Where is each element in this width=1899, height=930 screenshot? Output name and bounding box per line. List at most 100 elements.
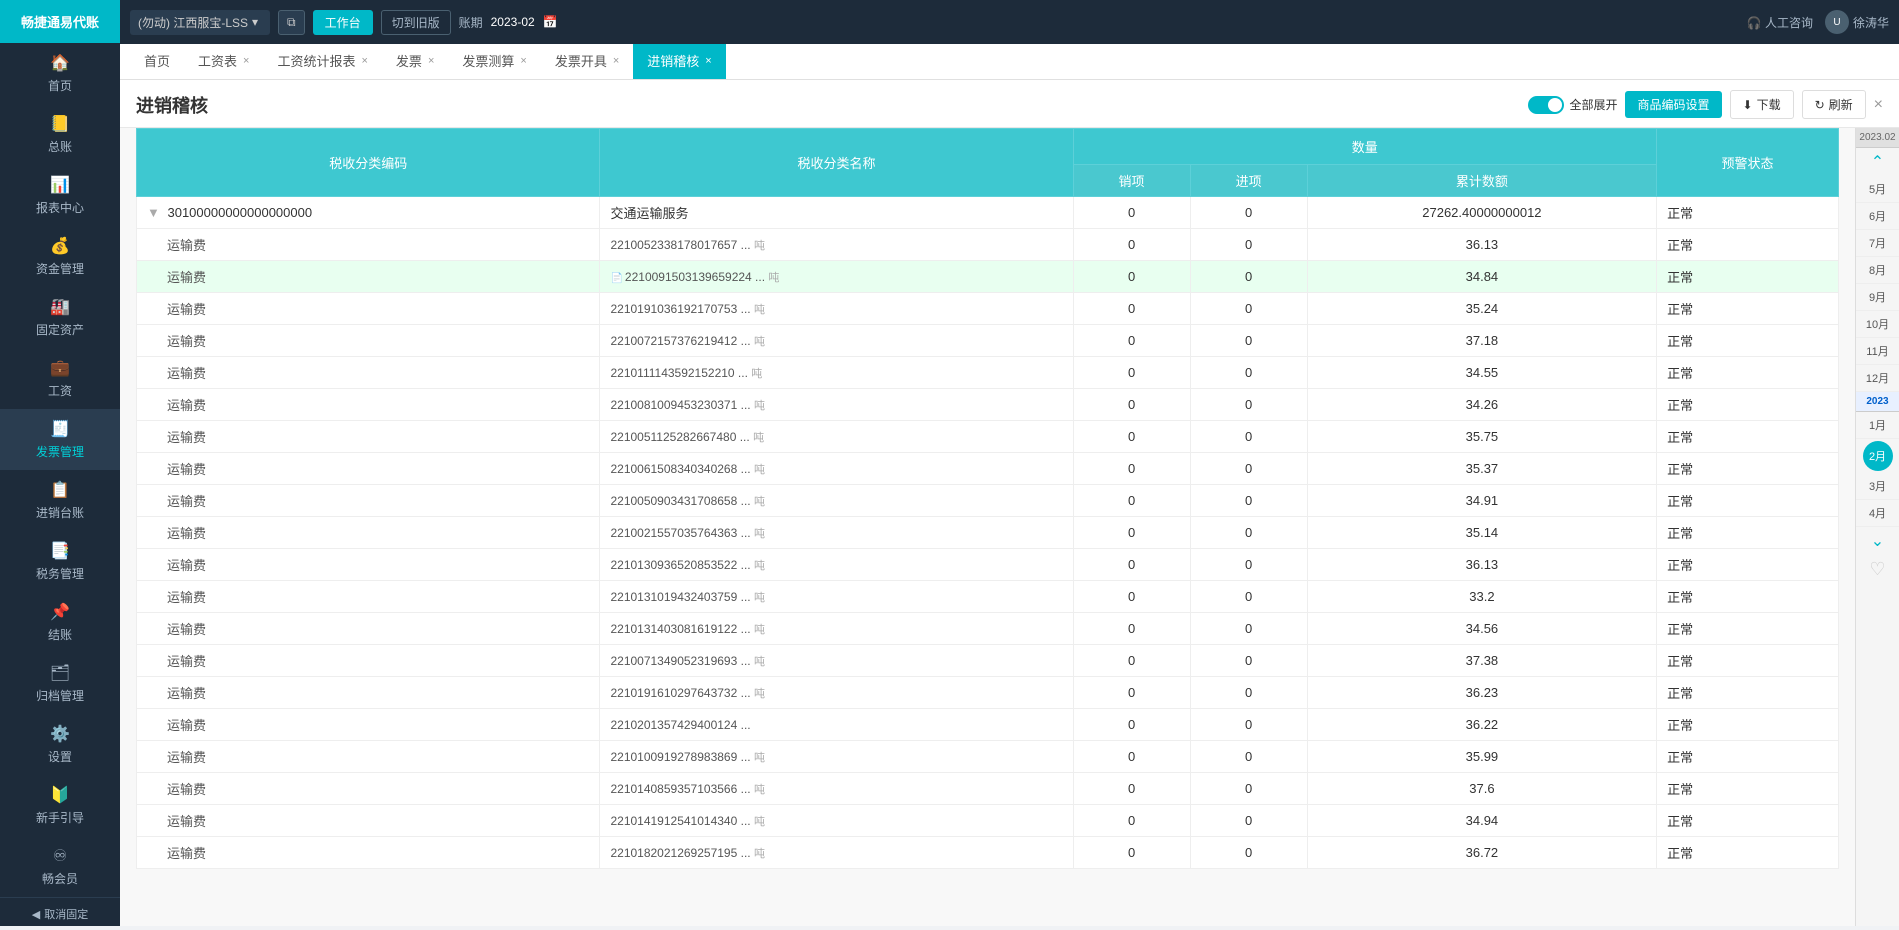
tax-code-short-cell: 运输费	[137, 229, 600, 261]
tab-invoice-calc[interactable]: 发票测算 ×	[448, 44, 540, 79]
user-menu[interactable]: U 徐涛华	[1825, 10, 1889, 34]
table-row[interactable]: 运输费 2210052338178017657 ... 吨 0 0 36.13 …	[137, 229, 1839, 261]
table-row[interactable]: 运输费 2210051125282667480 ... 吨 0 0 35.75 …	[137, 421, 1839, 453]
table-row[interactable]: 运输费 2210050903431708658 ... 吨 0 0 34.91 …	[137, 485, 1839, 517]
sidebar-item-fixed-assets[interactable]: 🏭 固定资产	[0, 287, 120, 348]
tax-code-long-cell: 2210111143592152210 ... 吨	[600, 357, 1073, 389]
expand-all-toggle[interactable]: 全部展开	[1528, 96, 1617, 114]
cal-month-7[interactable]: 7月	[1856, 230, 1899, 257]
table-row[interactable]: 运输费 2210061508340340268 ... 吨 0 0 35.37 …	[137, 453, 1839, 485]
table-row[interactable]: ▼ 30100000000000000000 交通运输服务 0 0 27262.…	[137, 197, 1839, 229]
tab-close-payroll-stats[interactable]: ×	[361, 55, 367, 67]
sidebar-item-archive[interactable]: 🗂 归档管理	[0, 653, 120, 714]
purchase-cell: 0	[1190, 421, 1307, 453]
table-row[interactable]: 运输费 2210191036192170753 ... 吨 0 0 35.24 …	[137, 293, 1839, 325]
tax-code-long-cell: 2210141912541014340 ... 吨	[600, 805, 1073, 837]
cal-month-12[interactable]: 12月	[1856, 365, 1899, 392]
toggle-track[interactable]	[1528, 96, 1564, 114]
sales-cell: 0	[1073, 453, 1190, 485]
cal-month-1[interactable]: 1月	[1856, 412, 1899, 439]
tax-code-short-cell: 运输费	[137, 453, 600, 485]
cal-month-4[interactable]: 4月	[1856, 500, 1899, 527]
sidebar-item-home[interactable]: 🏠 首页	[0, 43, 120, 104]
sidebar-item-label: 税务管理	[36, 565, 84, 582]
cal-month-5[interactable]: 5月	[1856, 176, 1899, 203]
table-row[interactable]: 运输费 2210191610297643732 ... 吨 0 0 36.23 …	[137, 677, 1839, 709]
sidebar-item-invoice-mgmt[interactable]: 🧾 发票管理	[0, 409, 120, 470]
tax-code-short-cell: 运输费	[137, 773, 600, 805]
tab-close-invoice-calc[interactable]: ×	[520, 55, 526, 67]
switch-version-button[interactable]: 切到旧版	[381, 10, 451, 35]
tax-code-short-cell: 运输费	[137, 421, 600, 453]
cal-nav-up[interactable]: ⌃	[1856, 148, 1899, 176]
tax-code-long-cell: 2210021557035764363 ... 吨	[600, 517, 1073, 549]
download-button[interactable]: ⬇ 下载	[1730, 90, 1794, 119]
table-row[interactable]: 运输费 2210140859357103566 ... 吨 0 0 37.6 正…	[137, 773, 1839, 805]
cal-month-10[interactable]: 10月	[1856, 311, 1899, 338]
purchase-cell: 0	[1190, 805, 1307, 837]
cal-month-8[interactable]: 8月	[1856, 257, 1899, 284]
tab-close-payroll[interactable]: ×	[243, 55, 249, 67]
cumulative-cell: 37.18	[1307, 325, 1656, 357]
table-row[interactable]: 运输费 2210141912541014340 ... 吨 0 0 34.94 …	[137, 805, 1839, 837]
tab-home[interactable]: 首页	[130, 44, 184, 79]
purchase-sales-icon: 📋	[50, 480, 70, 500]
copy-button[interactable]: ⧉	[278, 10, 305, 35]
sidebar-item-tax-mgmt[interactable]: 📑 税务管理	[0, 531, 120, 592]
table-row[interactable]: 运输费 📄2210091503139659224 ... 吨 0 0 34.84…	[137, 261, 1839, 293]
sidebar-item-reports[interactable]: 📊 报表中心	[0, 165, 120, 226]
tax-code-long-cell: 2210100919278983869 ... 吨	[600, 741, 1073, 773]
company-selector[interactable]: (勿动) 江西服宝-LSS ▾	[130, 10, 270, 35]
cal-month-11[interactable]: 11月	[1856, 338, 1899, 365]
sidebar-item-settlement[interactable]: 📌 结账	[0, 592, 120, 653]
tab-sales-check[interactable]: 进销稽核 ×	[633, 44, 725, 79]
table-row[interactable]: 运输费 2210100919278983869 ... 吨 0 0 35.99 …	[137, 741, 1839, 773]
tab-payroll-stats[interactable]: 工资统计报表 ×	[263, 44, 381, 79]
table-row[interactable]: 运输费 2210071349052319693 ... 吨 0 0 37.38 …	[137, 645, 1839, 677]
table-row[interactable]: 运输费 2210081009453230371 ... 吨 0 0 34.26 …	[137, 389, 1839, 421]
tab-invoice-open[interactable]: 发票开具 ×	[541, 44, 633, 79]
tab-close-invoice-open[interactable]: ×	[613, 55, 619, 67]
table-row[interactable]: 运输费 2210201357429400124 ... 0 0 36.22 正常	[137, 709, 1839, 741]
tab-close-sales-check[interactable]: ×	[705, 55, 711, 67]
table-row[interactable]: 运输费 2210130936520853522 ... 吨 0 0 36.13 …	[137, 549, 1839, 581]
sales-cell: 0	[1073, 677, 1190, 709]
sidebar-item-funds[interactable]: 💰 资金管理	[0, 226, 120, 287]
cal-month-9[interactable]: 9月	[1856, 284, 1899, 311]
sidebar-item-general-ledger[interactable]: 📒 总账	[0, 104, 120, 165]
sidebar-item-guide[interactable]: 🔰 新手引导	[0, 775, 120, 836]
purchase-cell: 0	[1190, 549, 1307, 581]
cal-month-3[interactable]: 3月	[1856, 473, 1899, 500]
col-purchase: 进项	[1190, 165, 1307, 197]
table-row[interactable]: 运输费 2210131019432403759 ... 吨 0 0 33.2 正…	[137, 581, 1839, 613]
sidebar-item-member[interactable]: ♾ 畅会员	[0, 836, 120, 897]
copy-icon: ⧉	[287, 15, 296, 29]
sidebar-item-purchase-sales[interactable]: 📋 进销台账	[0, 470, 120, 531]
tax-code-long-cell: 2210130936520853522 ... 吨	[600, 549, 1073, 581]
calendar-icon[interactable]: 📅	[543, 15, 558, 29]
sidebar: 畅捷通易代账 🏠 首页 📒 总账 📊 报表中心 💰 资金管理 🏭 固定资产 💼 …	[0, 0, 120, 926]
refresh-button[interactable]: ↻ 刷新	[1802, 90, 1866, 119]
product-settings-button[interactable]: 商品编码设置	[1625, 91, 1721, 118]
table-row[interactable]: 运输费 2210072157376219412 ... 吨 0 0 37.18 …	[137, 325, 1839, 357]
workstation-button[interactable]: 工作台	[313, 10, 373, 35]
status-cell: 正常	[1657, 357, 1839, 389]
table-row[interactable]: 运输费 2210021557035764363 ... 吨 0 0 35.14 …	[137, 517, 1839, 549]
cal-month-6[interactable]: 6月	[1856, 203, 1899, 230]
tab-close-invoice[interactable]: ×	[428, 55, 434, 67]
unpin-button[interactable]: ◀ 取消固定	[0, 897, 120, 930]
sales-cell: 0	[1073, 517, 1190, 549]
sidebar-item-payroll[interactable]: 💼 工资	[0, 348, 120, 409]
support-label[interactable]: 🎧 人工咨询	[1747, 14, 1813, 31]
cal-nav-down[interactable]: ⌄	[1856, 527, 1899, 555]
table-row[interactable]: 运输费 2210182021269257195 ... 吨 0 0 36.72 …	[137, 837, 1839, 869]
tab-invoice[interactable]: 发票 ×	[382, 44, 448, 79]
close-button[interactable]: ×	[1874, 96, 1883, 114]
table-wrap: 税收分类编码 税收分类名称 数量 预警状态 销项 进项 累计数额	[120, 128, 1855, 926]
sidebar-item-settings[interactable]: ⚙️ 设置	[0, 714, 120, 775]
cal-month-2[interactable]: 2月	[1863, 441, 1893, 471]
calendar-panel: 2023.02 ⌃ 5月 6月 7月 8月 9月 10月 11月 12月 202…	[1855, 128, 1899, 926]
tab-payroll[interactable]: 工资表 ×	[184, 44, 263, 79]
table-row[interactable]: 运输费 2210111143592152210 ... 吨 0 0 34.55 …	[137, 357, 1839, 389]
table-row[interactable]: 运输费 2210131403081619122 ... 吨 0 0 34.56 …	[137, 613, 1839, 645]
